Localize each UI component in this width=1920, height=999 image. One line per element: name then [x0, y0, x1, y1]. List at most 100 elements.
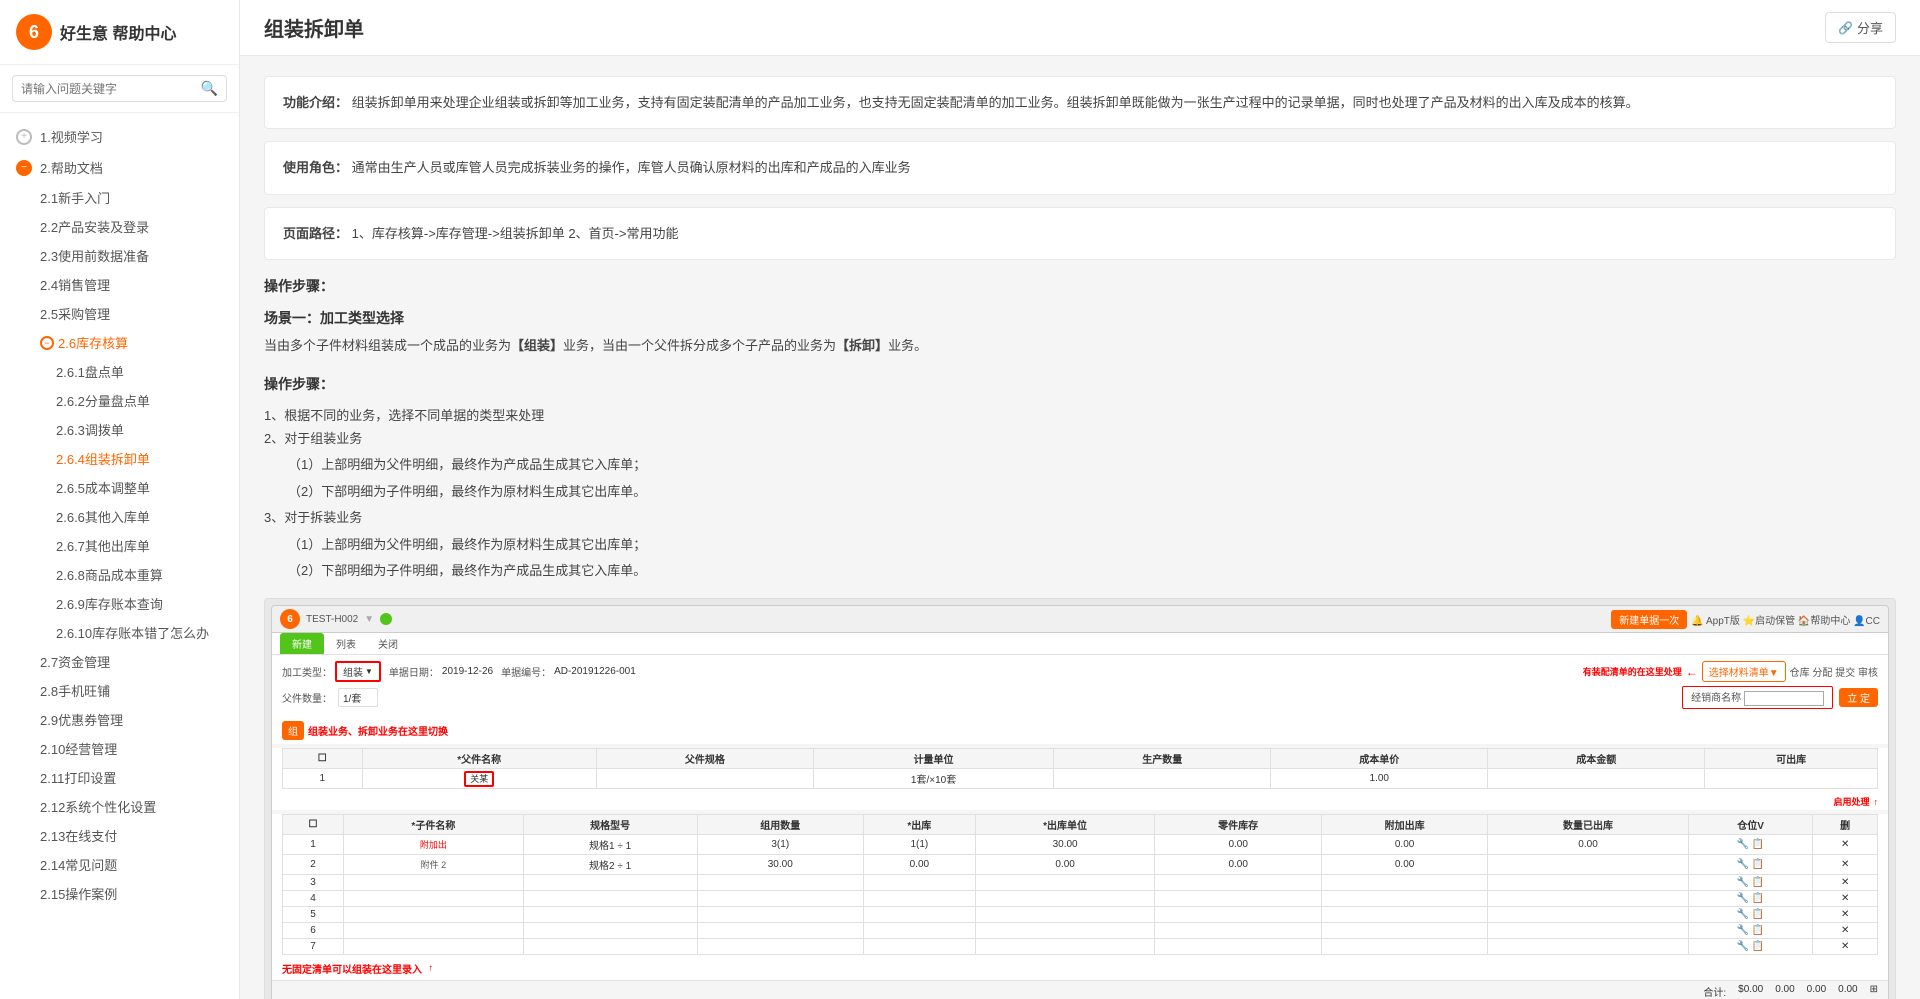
sidebar-item-payment[interactable]: 2.13在线支付 [0, 821, 239, 850]
role-text: 通常由生产人员或库管人员完成拆装业务的操作，库管人员确认原材料的出库和产成品的入… [352, 160, 911, 175]
col-subunit: *出库单位 [975, 815, 1155, 835]
sim-top-left: 6 TEST-H002 ▼ [280, 609, 392, 629]
table-row: 3 🔧 📋 ✕ [283, 875, 1878, 891]
sidebar-item-ledger-error[interactable]: 2.6.10库存账本错了怎么办 [56, 618, 239, 647]
path-label: 页面路径： [283, 226, 348, 241]
path-text: 1、库存核算->库存管理->组装拆卸单 2、首页->常用功能 [352, 226, 679, 241]
sim-type-select[interactable]: 组装 ▼ [335, 661, 381, 682]
col-cost: 成本单价 [1271, 749, 1488, 769]
search-icon[interactable]: 🔍 [201, 80, 218, 97]
sim-nav-list[interactable]: 列表 [326, 633, 366, 654]
rc-name-val: 附加出 [420, 840, 447, 850]
sidebar-item-assembly[interactable]: 2.6.4组装拆卸单 [56, 444, 239, 473]
table-row: 7 🔧 📋 ✕ [283, 939, 1878, 955]
rc-avail: 0.00 [1155, 835, 1321, 855]
sidebar-item-print[interactable]: 2.11打印设置 [0, 763, 239, 792]
sim-nav-close[interactable]: 关闭 [368, 633, 408, 654]
scenario1-title: 场景一：加工类型选择 [264, 308, 1896, 328]
rc-spec: 规格1 ÷ 1 [523, 835, 697, 855]
sidebar-item-inventory[interactable]: − 2.6库存核算 [0, 328, 239, 357]
collapse-icon: − [16, 160, 32, 176]
row-qty: 1套/×10套 [813, 769, 1054, 789]
step3: 3、对于拆装业务 [264, 506, 1896, 529]
sidebar-item-coupon[interactable]: 2.9优惠券管理 [0, 705, 239, 734]
col-del: 删 [1813, 815, 1878, 835]
sim-dept-input[interactable] [1744, 691, 1824, 706]
sidebar-item-cost-adjust[interactable]: 2.6.5成本调整单 [56, 473, 239, 502]
sidebar: 6 好生意 帮助中心 🔍 + 1.视频学习 − 2.帮助文档 2.1新手入门 2… [0, 0, 240, 999]
col-spec: 父件规格 [596, 749, 813, 769]
sim-total-cost-val: 0.00 [1775, 984, 1794, 999]
sidebar-item-sales[interactable]: 2.4销售管理 [0, 270, 239, 299]
sidebar-item-newuser[interactable]: 2.1新手入门 [0, 183, 239, 212]
col-subspec: 规格型号 [523, 815, 697, 835]
sim-no-bom-anno: 无固定清单可以组装在这里录入 [282, 961, 422, 976]
sim-billno-val: AD-20191226-001 [554, 666, 636, 677]
sim-total-val: 1/套 [338, 688, 378, 707]
logo-icon: 6 [16, 14, 52, 50]
sidebar-item-finance[interactable]: 2.7资金管理 [0, 647, 239, 676]
sidebar-item-cases[interactable]: 2.15操作案例 [0, 879, 239, 908]
sidebar-item-other-in[interactable]: 2.6.6其他入库单 [56, 502, 239, 531]
sidebar-item-video[interactable]: + 1.视频学习 [0, 121, 239, 152]
sim-parent-table-area: ☐ *父件名称 父件规格 计量单位 生产数量 成本单价 成本金额 可出库 [272, 748, 1888, 793]
rc-qty: 1(1) [863, 835, 975, 855]
row-name: 关某 [362, 769, 596, 789]
sim-billno-area: 单据编号： AD-20191226-001 [501, 664, 636, 679]
sidebar-item-cost-recalc[interactable]: 2.6.8商品成本重算 [56, 560, 239, 589]
sim-logo: 6 [280, 609, 300, 629]
sidebar-item-management[interactable]: 2.10经营管理 [0, 734, 239, 763]
role-block: 使用角色： 通常由生产人员或库管人员完成拆装业务的操作，库管人员确认原材料的出库… [264, 141, 1896, 194]
table-row: 6 🔧 📋 ✕ [283, 923, 1878, 939]
col-subcost: 数量已出库 [1488, 815, 1688, 835]
sim-section-label-row: 组 组装业务、拆卸业务在这里切换 [282, 721, 1878, 740]
sim-save-btn[interactable]: 立 定 [1839, 688, 1878, 707]
rc-bom: 3(1) [697, 835, 863, 855]
sim-actions: 仓库 分配 提交 审核 [1790, 664, 1878, 679]
row-totalcost [1488, 769, 1705, 789]
sim-type-label: 加工类型： [282, 664, 332, 679]
sim-type-area: 加工类型： 组装 ▼ [282, 661, 381, 682]
table-row: 1 关某 1套/×10套 1.00 [283, 769, 1878, 789]
logo-text: 好生意 帮助中心 [60, 20, 176, 44]
sidebar-item-mobile[interactable]: 2.8手机旺铺 [0, 676, 239, 705]
inventory-collapse-icon: − [40, 336, 54, 350]
sidebar-item-install[interactable]: 2.2产品安装及登录 [0, 212, 239, 241]
sidebar-item-transfer[interactable]: 2.6.3调拨单 [56, 415, 239, 444]
sim-icons-right: 🔔 AppT版 ⭐启动保管 🏠帮助中心 👤CC [1691, 612, 1880, 627]
row-spec [596, 769, 813, 789]
sidebar-item-ledger-query[interactable]: 2.6.9库存账本查询 [56, 589, 239, 618]
sim-child-table-area: ☐ *子件名称 规格型号 组用数量 *出库 *出库单位 零件库存 附加出库 数量… [272, 814, 1888, 959]
sidebar-item-faq[interactable]: 2.14常见问题 [0, 850, 239, 879]
col-subout: 附加出库 [1321, 815, 1487, 835]
sim-new-btn[interactable]: 新建单据一次 [1611, 610, 1687, 629]
sidebar-item-customize[interactable]: 2.12系统个性化设置 [0, 792, 239, 821]
table-row: 1 附加出 规格1 ÷ 1 3(1) 1(1) 30.00 0.00 [283, 835, 1878, 855]
rc-cost: 0.00 [1488, 835, 1688, 855]
col-checkbox: ☐ [283, 749, 363, 769]
sidebar-item-purchase[interactable]: 2.5采购管理 [0, 299, 239, 328]
rc-cb: 1 [283, 835, 344, 855]
step3-sub1: （1）上部明细为父件明细，最终作为原材料生成其它出库单； [264, 533, 1896, 556]
sim-appname: TEST-H002 [306, 614, 358, 625]
sidebar-item-stocktake[interactable]: 2.6.1盘点单 [56, 357, 239, 386]
sidebar-item-dataprep[interactable]: 2.3使用前数据准备 [0, 241, 239, 270]
sim-enable-anno: 启用处理 [1833, 795, 1869, 808]
table-row: 2 附件 2 规格2 ÷ 1 30.00 0.00 0.00 0.00 [283, 855, 1878, 875]
sim-nav-new[interactable]: 新建 [280, 633, 324, 654]
sim-form-row1: 加工类型： 组装 ▼ 单据日期： 2019-12-26 单据编号： [282, 661, 1878, 682]
sim-parent-table-head: ☐ *父件名称 父件规格 计量单位 生产数量 成本单价 成本金额 可出库 [283, 749, 1878, 769]
expand-icon: + [16, 129, 32, 145]
sidebar-item-other-out[interactable]: 2.6.7其他出库单 [56, 531, 239, 560]
sidebar-item-partial-stocktake[interactable]: 2.6.2分量盘点单 [56, 386, 239, 415]
search-input[interactable] [21, 82, 201, 96]
share-button[interactable]: 🔗 分享 [1825, 12, 1896, 43]
sim-billtype-btn[interactable]: 选择材料清单▼ [1702, 661, 1786, 682]
sim-date-label: 单据日期： [389, 664, 439, 679]
rc-del: ✕ [1813, 835, 1878, 855]
sim-enable-arrow: ↑ [1874, 797, 1879, 807]
sidebar-item-docs[interactable]: − 2.帮助文档 [0, 152, 239, 183]
rc2-name: 附件 2 [421, 860, 447, 870]
sim-form: 加工类型： 组装 ▼ 单据日期： 2019-12-26 单据编号： [272, 655, 1888, 719]
sim-anno-area1: 有装配清单的在这里处理 ← 选择材料清单▼ 仓库 分配 提交 审核 [644, 661, 1878, 682]
